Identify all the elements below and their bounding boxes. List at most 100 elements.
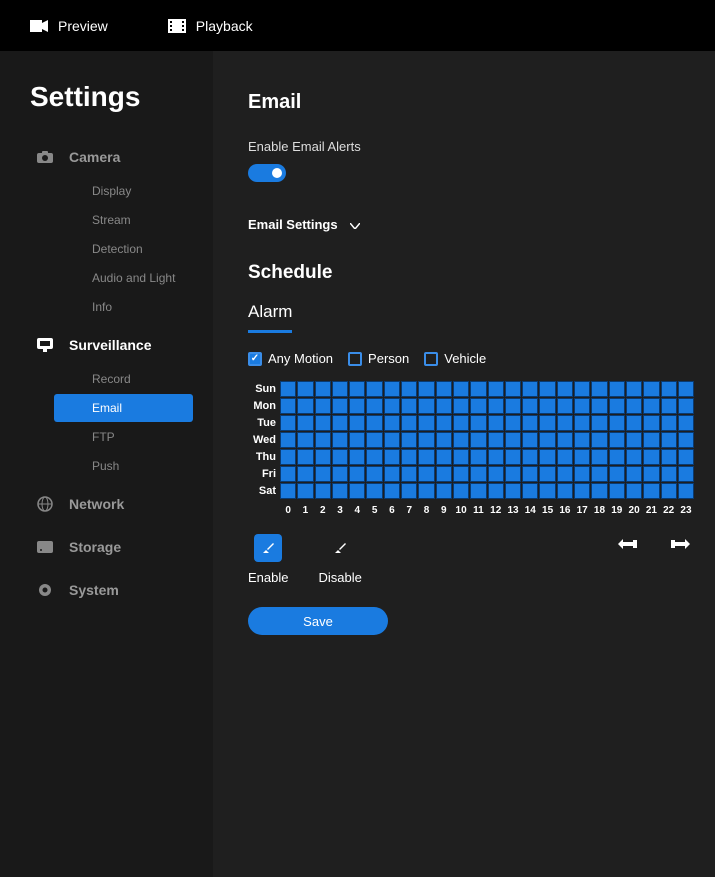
- schedule-cell[interactable]: [418, 466, 434, 482]
- schedule-cell[interactable]: [678, 449, 694, 465]
- filter-any-motion[interactable]: Any Motion: [248, 351, 333, 366]
- schedule-cell[interactable]: [315, 483, 331, 499]
- schedule-cell[interactable]: [522, 381, 538, 397]
- schedule-cell[interactable]: [349, 483, 365, 499]
- schedule-cell[interactable]: [315, 466, 331, 482]
- schedule-cell[interactable]: [574, 398, 590, 414]
- schedule-cell[interactable]: [591, 483, 607, 499]
- schedule-cell[interactable]: [401, 449, 417, 465]
- schedule-cell[interactable]: [539, 449, 555, 465]
- schedule-cell[interactable]: [661, 432, 677, 448]
- schedule-cell[interactable]: [436, 398, 452, 414]
- schedule-cell[interactable]: [609, 449, 625, 465]
- schedule-cell[interactable]: [384, 466, 400, 482]
- schedule-cell[interactable]: [401, 432, 417, 448]
- schedule-cell[interactable]: [297, 432, 313, 448]
- schedule-cell[interactable]: [574, 449, 590, 465]
- schedule-cell[interactable]: [643, 415, 659, 431]
- eraser-back-icon[interactable]: [615, 534, 639, 554]
- schedule-cell[interactable]: [366, 432, 382, 448]
- schedule-cell[interactable]: [349, 449, 365, 465]
- schedule-cell[interactable]: [453, 432, 469, 448]
- schedule-cell[interactable]: [643, 466, 659, 482]
- schedule-cell[interactable]: [522, 483, 538, 499]
- schedule-cell[interactable]: [453, 449, 469, 465]
- schedule-cell[interactable]: [332, 466, 348, 482]
- schedule-cell[interactable]: [418, 415, 434, 431]
- schedule-cell[interactable]: [418, 449, 434, 465]
- schedule-cell[interactable]: [557, 398, 573, 414]
- eraser-forward-icon[interactable]: [669, 534, 693, 554]
- schedule-cell[interactable]: [349, 432, 365, 448]
- schedule-cell[interactable]: [626, 432, 642, 448]
- schedule-cell[interactable]: [315, 432, 331, 448]
- schedule-cell[interactable]: [643, 398, 659, 414]
- schedule-cell[interactable]: [366, 466, 382, 482]
- schedule-cell[interactable]: [280, 398, 296, 414]
- nav-system[interactable]: System: [0, 571, 213, 609]
- schedule-cell[interactable]: [557, 483, 573, 499]
- schedule-cell[interactable]: [488, 449, 504, 465]
- schedule-cell[interactable]: [280, 483, 296, 499]
- schedule-cell[interactable]: [591, 466, 607, 482]
- schedule-cell[interactable]: [315, 449, 331, 465]
- nav-push[interactable]: Push: [54, 452, 193, 480]
- schedule-cell[interactable]: [418, 398, 434, 414]
- schedule-cell[interactable]: [470, 381, 486, 397]
- schedule-cell[interactable]: [539, 398, 555, 414]
- schedule-cell[interactable]: [505, 381, 521, 397]
- schedule-cell[interactable]: [315, 415, 331, 431]
- schedule-cell[interactable]: [574, 432, 590, 448]
- schedule-cell[interactable]: [488, 483, 504, 499]
- nav-camera[interactable]: Camera: [0, 138, 213, 176]
- schedule-cell[interactable]: [384, 449, 400, 465]
- schedule-cell[interactable]: [436, 432, 452, 448]
- schedule-cell[interactable]: [315, 398, 331, 414]
- nav-storage[interactable]: Storage: [0, 528, 213, 566]
- schedule-cell[interactable]: [453, 415, 469, 431]
- schedule-cell[interactable]: [574, 415, 590, 431]
- schedule-cell[interactable]: [436, 381, 452, 397]
- schedule-cell[interactable]: [574, 381, 590, 397]
- schedule-cell[interactable]: [384, 381, 400, 397]
- schedule-cell[interactable]: [453, 398, 469, 414]
- schedule-cell[interactable]: [401, 398, 417, 414]
- schedule-cell[interactable]: [557, 381, 573, 397]
- schedule-cell[interactable]: [522, 415, 538, 431]
- schedule-cell[interactable]: [643, 449, 659, 465]
- schedule-cell[interactable]: [297, 449, 313, 465]
- schedule-cell[interactable]: [401, 466, 417, 482]
- schedule-cell[interactable]: [678, 483, 694, 499]
- schedule-cell[interactable]: [591, 449, 607, 465]
- schedule-cell[interactable]: [401, 381, 417, 397]
- schedule-cell[interactable]: [522, 432, 538, 448]
- schedule-cell[interactable]: [574, 483, 590, 499]
- schedule-cell[interactable]: [418, 381, 434, 397]
- schedule-cell[interactable]: [280, 432, 296, 448]
- schedule-cell[interactable]: [366, 398, 382, 414]
- schedule-cell[interactable]: [678, 415, 694, 431]
- nav-network[interactable]: Network: [0, 485, 213, 523]
- schedule-cell[interactable]: [280, 449, 296, 465]
- schedule-cell[interactable]: [280, 415, 296, 431]
- schedule-cell[interactable]: [505, 415, 521, 431]
- schedule-cell[interactable]: [401, 483, 417, 499]
- schedule-cell[interactable]: [505, 466, 521, 482]
- schedule-cell[interactable]: [661, 466, 677, 482]
- nav-display[interactable]: Display: [54, 177, 193, 205]
- schedule-cell[interactable]: [609, 466, 625, 482]
- schedule-cell[interactable]: [436, 449, 452, 465]
- schedule-cell[interactable]: [436, 483, 452, 499]
- schedule-cell[interactable]: [557, 466, 573, 482]
- schedule-cell[interactable]: [626, 449, 642, 465]
- schedule-cell[interactable]: [297, 415, 313, 431]
- schedule-cell[interactable]: [678, 432, 694, 448]
- schedule-cell[interactable]: [609, 432, 625, 448]
- schedule-cell[interactable]: [678, 466, 694, 482]
- schedule-cell[interactable]: [643, 381, 659, 397]
- schedule-cell[interactable]: [418, 432, 434, 448]
- schedule-cell[interactable]: [297, 398, 313, 414]
- nav-surveillance[interactable]: Surveillance: [0, 326, 213, 364]
- schedule-cell[interactable]: [332, 381, 348, 397]
- schedule-cell[interactable]: [332, 483, 348, 499]
